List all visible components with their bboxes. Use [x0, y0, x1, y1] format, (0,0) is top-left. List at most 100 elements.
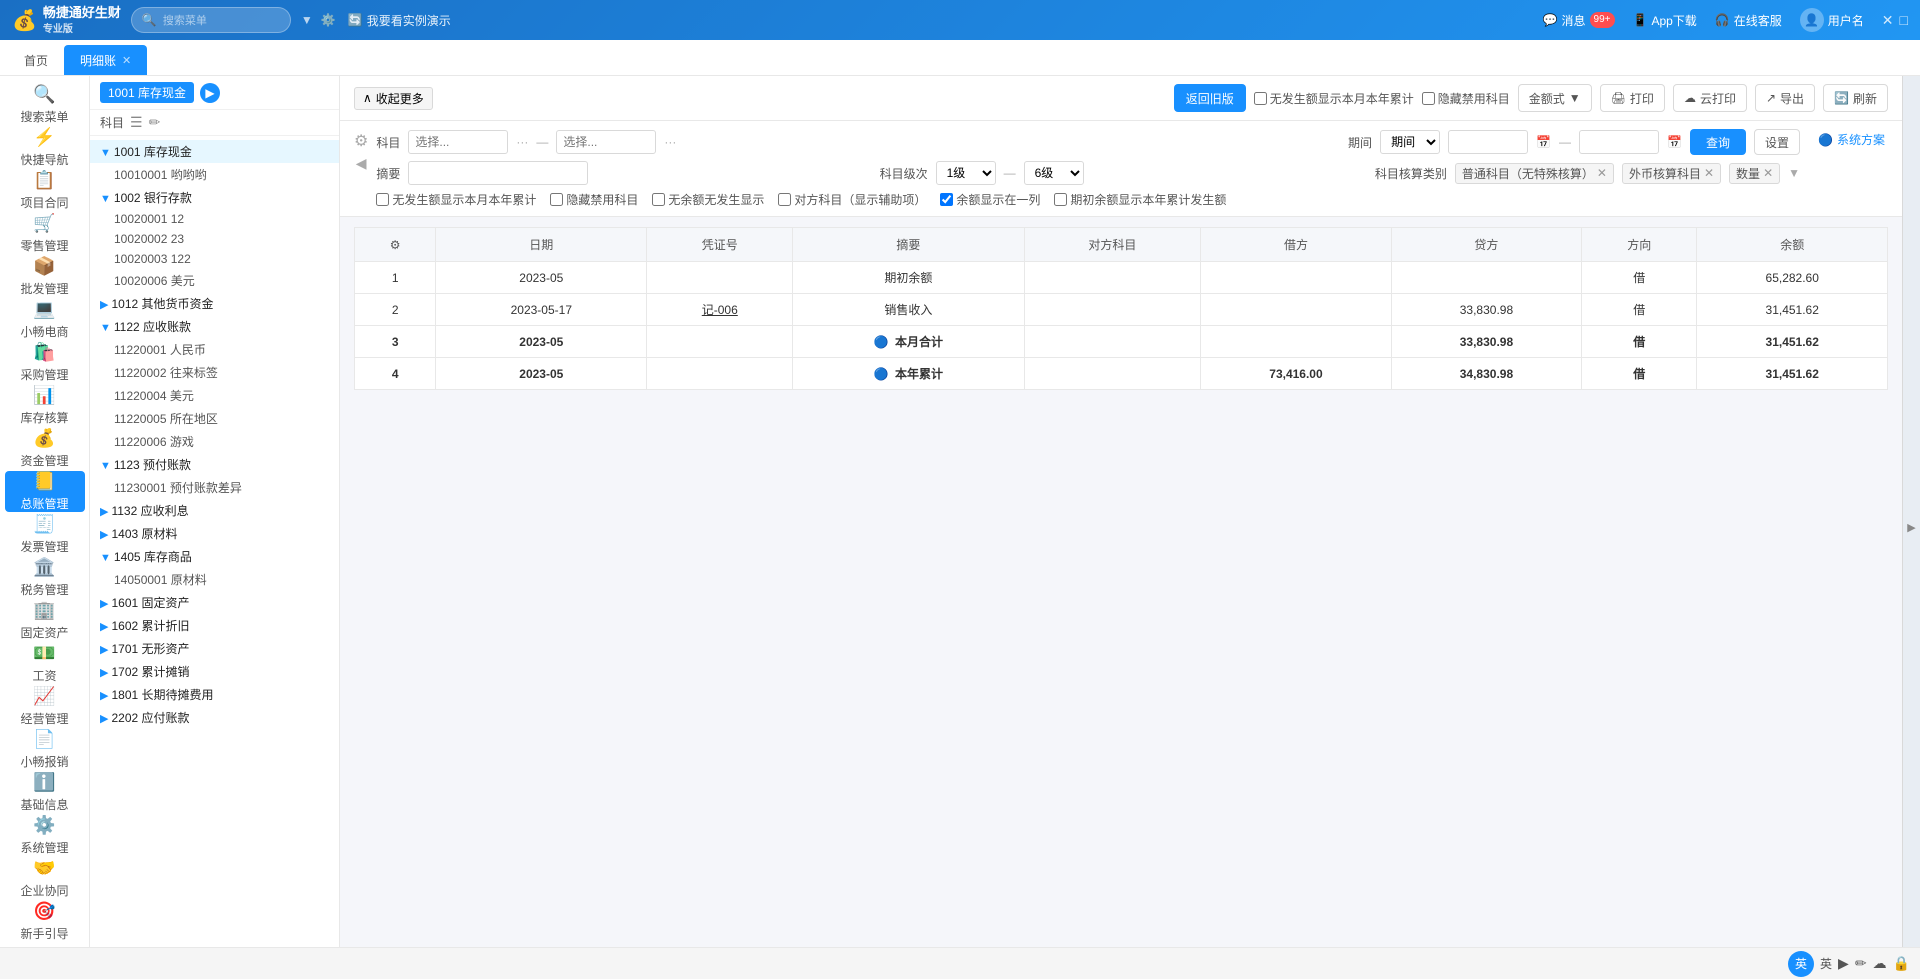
checkbox-opposite-show[interactable]: 对方科目（显示辅助项） [778, 191, 926, 208]
tree-node-1801[interactable]: ▶1801 长期待摊费用 [90, 683, 339, 706]
sidebar-item-ledger[interactable]: 📒 总账管理 [5, 471, 85, 512]
sidebar-item-expense[interactable]: 📄 小畅报销 [5, 729, 85, 770]
sidebar-item-guide[interactable]: 🎯 新手引导 [5, 901, 85, 942]
subject-end-input[interactable] [556, 130, 656, 154]
sidebar-item-tax[interactable]: 🏛️ 税务管理 [5, 557, 85, 598]
tree-node-10020001[interactable]: 10020001 12 [90, 209, 339, 229]
tag-remove-2[interactable]: ✕ [1763, 166, 1773, 180]
settings-icon[interactable]: ⚙️ [321, 13, 336, 27]
tree-node-10020003[interactable]: 10020003 122 [90, 249, 339, 269]
tree-node-11220005[interactable]: 11220005 所在地区 [90, 407, 339, 430]
tab-home[interactable]: 首页 [8, 45, 64, 75]
checkbox-auxiliary-input[interactable] [1254, 92, 1267, 105]
sidebar-item-search[interactable]: 🔍 搜索菜单 [5, 84, 85, 125]
tree-node-1601[interactable]: ▶1601 固定资产 [90, 591, 339, 614]
checkbox-hide-disabled[interactable]: 隐藏禁用科目 [550, 191, 638, 208]
tree-node-11220004[interactable]: 11220004 美元 [90, 384, 339, 407]
level-to-select[interactable]: 6级 [1024, 161, 1084, 185]
sidebar-item-assets[interactable]: 🏢 固定资产 [5, 600, 85, 641]
sidebar-item-wholesale[interactable]: 📦 批发管理 [5, 256, 85, 297]
sidebar-item-salary[interactable]: 💵 工资 [5, 643, 85, 684]
sidebar-item-coop[interactable]: 🤝 企业协同 [5, 858, 85, 899]
cb-no-amount[interactable] [376, 193, 389, 206]
summary-input[interactable] [408, 161, 588, 185]
sidebar-item-system[interactable]: ⚙️ 系统管理 [5, 815, 85, 856]
tree-node-1403[interactable]: ▶1403 原材料 [90, 522, 339, 545]
close-window-btn[interactable]: ✕ [1882, 12, 1894, 29]
sidebar-item-management[interactable]: 📈 经营管理 [5, 686, 85, 727]
tree-node-10020006[interactable]: 10020006 美元 [90, 269, 339, 292]
cb-hide-disabled[interactable] [550, 193, 563, 206]
demo-btn[interactable]: 🔄 我要看实例演示 [348, 12, 451, 29]
period-start-input[interactable]: 2023-05 [1448, 130, 1528, 154]
subject-end-more-icon[interactable]: ··· [664, 135, 676, 149]
search-bar[interactable]: 🔍 搜索菜单 [131, 7, 291, 33]
tree-node-2202[interactable]: ▶2202 应付账款 [90, 706, 339, 729]
tab-close-icon[interactable]: ✕ [122, 54, 131, 67]
status-play-btn[interactable]: ▶ [1838, 955, 1849, 972]
tree-node-1602[interactable]: ▶1602 累计折旧 [90, 614, 339, 637]
system-plan-btn[interactable]: 🔵 系统方案 [1818, 131, 1885, 148]
level-from-select[interactable]: 1级 [936, 161, 996, 185]
subject-input[interactable] [408, 130, 508, 154]
status-cloud-btn[interactable]: ☁ [1873, 955, 1887, 972]
cloud-print-btn[interactable]: ☁ 云打印 [1673, 84, 1747, 112]
tag-remove-0[interactable]: ✕ [1597, 166, 1607, 180]
expand-more-btn[interactable]: ∧ 收起更多 [354, 87, 433, 110]
tab-ledger[interactable]: 明细账 ✕ [64, 45, 147, 75]
message-btn[interactable]: 💬 消息 99+ [1543, 12, 1615, 29]
tree-node-11230001[interactable]: 11230001 预付账款差异 [90, 476, 339, 499]
quantity-dropdown-icon[interactable]: ▼ [1788, 166, 1800, 180]
settings-btn[interactable]: 设置 [1754, 129, 1800, 155]
cb-balance-col[interactable] [940, 193, 953, 206]
tree-node-1012[interactable]: ▶1012 其他货币资金 [90, 292, 339, 315]
sidebar-item-quicknav[interactable]: ⚡ 快捷导航 [5, 127, 85, 168]
period-end-input[interactable]: 2023-05 [1579, 130, 1659, 154]
app-download-btn[interactable]: 📱 App下载 [1633, 12, 1697, 29]
maximize-btn[interactable]: □ [1900, 12, 1908, 28]
checkbox-ytd[interactable]: 期初余额显示本年累计发生额 [1054, 191, 1226, 208]
refresh-btn[interactable]: 🔄 刷新 [1823, 84, 1888, 112]
tree-node-1701[interactable]: ▶1701 无形资产 [90, 637, 339, 660]
amount-format-btn[interactable]: 金额式 ▼ [1518, 84, 1592, 112]
sidebar-item-basic[interactable]: ℹ️ 基础信息 [5, 772, 85, 813]
tree-node-1002[interactable]: ▼1002 银行存款 [90, 186, 339, 209]
nav-next-btn[interactable]: ▶ [200, 83, 220, 103]
sidebar-item-retail[interactable]: 🛒 零售管理 [5, 213, 85, 254]
sidebar-item-ecommerce[interactable]: 💻 小畅电商 [5, 299, 85, 340]
sidebar-item-finance[interactable]: 💰 资金管理 [5, 428, 85, 469]
checkbox-auxiliary[interactable]: 无发生额显示本月本年累计 [1254, 90, 1414, 107]
cb-opposite-show[interactable] [778, 193, 791, 206]
tree-node-11220006[interactable]: 11220006 游戏 [90, 430, 339, 453]
sidebar-item-purchase[interactable]: 🛍️ 采购管理 [5, 342, 85, 383]
search-btn[interactable]: 查询 [1690, 129, 1746, 155]
tree-node-1122[interactable]: ▼1122 应收账款 [90, 315, 339, 338]
calendar-icon[interactable]: 📅 [1536, 135, 1551, 149]
tree-node-10020002[interactable]: 10020002 23 [90, 229, 339, 249]
list-icon[interactable]: ☰ [130, 114, 143, 131]
checkbox-balance-col[interactable]: 余额显示在一列 [940, 191, 1040, 208]
export-btn[interactable]: ↗ 导出 [1755, 84, 1815, 112]
calendar-end-icon[interactable]: 📅 [1667, 135, 1682, 149]
col-settings[interactable]: ⚙ [355, 228, 436, 262]
checkbox-no-balance[interactable]: 无余额无发生显示 [652, 191, 764, 208]
checkbox-opposite-input[interactable] [1422, 92, 1435, 105]
edit-icon[interactable]: ✏ [149, 114, 161, 131]
checkbox-opposite[interactable]: 隐藏禁用科目 [1422, 90, 1510, 107]
period-type-select[interactable]: 期间 [1380, 130, 1440, 154]
tree-node-1132[interactable]: ▶1132 应收利息 [90, 499, 339, 522]
user-menu[interactable]: 👤 用户名 [1800, 8, 1864, 32]
filter-settings-icon[interactable]: ⚙ [354, 131, 368, 151]
tree-node-1405[interactable]: ▼1405 库存商品 [90, 545, 339, 568]
sidebar-item-inventory[interactable]: 📊 库存核算 [5, 385, 85, 426]
tree-node-10010001[interactable]: 10010001 哟哟哟 [90, 163, 339, 186]
dropdown-icon[interactable]: ▼ [301, 13, 313, 27]
return-old-btn[interactable]: 返回旧版 [1174, 84, 1246, 112]
tag-remove-1[interactable]: ✕ [1704, 166, 1714, 180]
sidebar-item-invoice[interactable]: 🧾 发票管理 [5, 514, 85, 555]
tree-node-11220001[interactable]: 11220001 人民币 [90, 338, 339, 361]
filter-collapse-icon[interactable]: ◀ [356, 155, 367, 172]
cb-no-balance[interactable] [652, 193, 665, 206]
subject-more-icon[interactable]: ··· [516, 135, 528, 149]
status-translate-btn[interactable]: 英 [1788, 951, 1814, 977]
